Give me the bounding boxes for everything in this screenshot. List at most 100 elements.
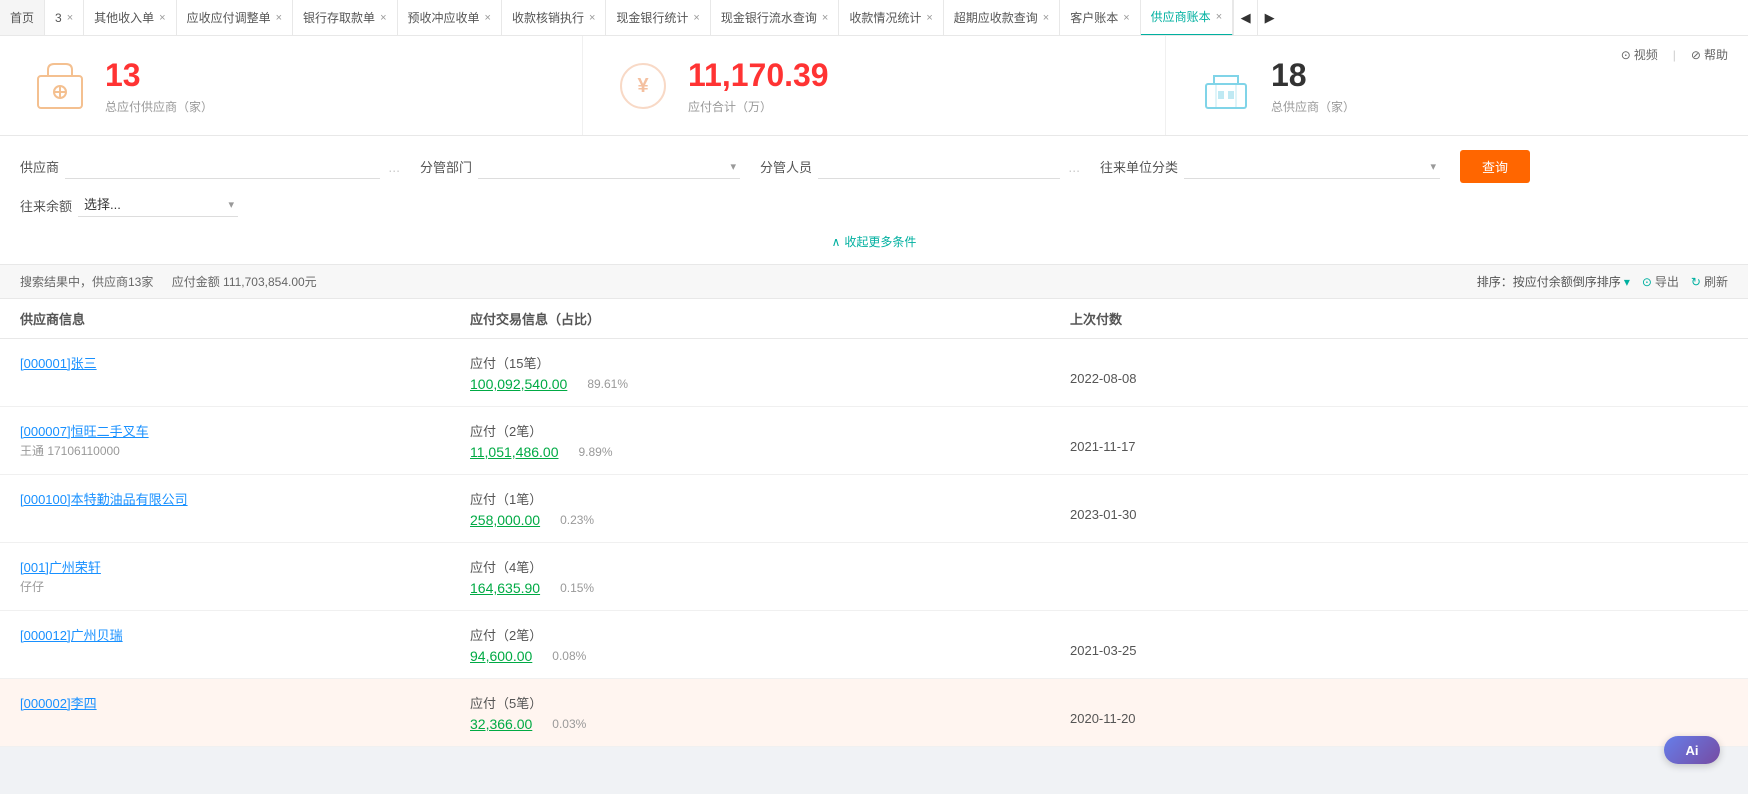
person-filter-label: 分管人员: [760, 157, 812, 176]
trans-label-4: 应付（2笔）: [470, 625, 1070, 644]
transaction-col-1: 应付（2笔） 11,051,486.00 9.89%: [470, 421, 1070, 460]
help-link[interactable]: ⊘ 帮助: [1691, 46, 1728, 63]
nav-tab-other-income[interactable]: 其他收入单 ×: [84, 0, 176, 36]
trans-label-3: 应付（4笔）: [470, 557, 1070, 576]
table-row: [000012]广州贝瑞 应付（2笔） 94,600.00 0.08% 2021…: [0, 611, 1748, 679]
nav-tab-receipt[interactable]: 收款核销执行 ×: [502, 0, 606, 36]
nav-tab-prepaid[interactable]: 预收冲应收单 ×: [398, 0, 502, 36]
supplier-info-col: [000007]恒旺二手叉车 王通 17106110000: [20, 421, 470, 459]
query-button[interactable]: 查询: [1460, 150, 1530, 183]
nav-tab-overdue[interactable]: 超期应收款查询 ×: [944, 0, 1060, 36]
trans-amount-4[interactable]: 94,600.00: [470, 648, 532, 664]
supplier-link-4[interactable]: [000012]广州贝瑞: [20, 625, 470, 644]
person-filter-input[interactable]: [818, 155, 1060, 179]
trans-label-1: 应付（2笔）: [470, 421, 1070, 440]
collapse-button[interactable]: ∧ 收起更多条件: [832, 233, 917, 250]
supplier-link-1[interactable]: [000007]恒旺二手叉车: [20, 421, 470, 440]
transaction-col-0: 应付（15笔） 100,092,540.00 89.61%: [470, 353, 1070, 392]
supplier-link-2[interactable]: [000100]本特勤油品有限公司: [20, 489, 470, 508]
export-icon: ⊙: [1642, 275, 1652, 289]
header-last-pay: 上次付数: [1070, 309, 1728, 328]
trans-amount-2[interactable]: 258,000.00: [470, 512, 540, 528]
person-more-icon[interactable]: ...: [1068, 159, 1080, 175]
supplier-info-col: [000002]李四: [20, 693, 470, 712]
nav-tab-supplier-book[interactable]: 供应商账本 ×: [1141, 0, 1233, 36]
supplier-info-col: [000100]本特勤油品有限公司: [20, 489, 470, 508]
collapse-icon: ∧: [832, 235, 841, 249]
close-tab-customer[interactable]: ×: [1123, 12, 1129, 24]
close-tab-cash-flow[interactable]: ×: [822, 12, 828, 24]
table-row: [000007]恒旺二手叉车 王通 17106110000 应付（2笔） 11,…: [0, 407, 1748, 475]
close-tab-ar-ap[interactable]: ×: [276, 12, 282, 24]
trans-amount-1[interactable]: 11,051,486.00: [470, 444, 559, 460]
trans-pct-1: 9.89%: [579, 445, 613, 459]
trans-pct-3: 0.15%: [560, 581, 594, 595]
table-row: [000002]李四 应付（5笔） 32,366.00 0.03% 2020-1…: [0, 679, 1748, 747]
dept-select[interactable]: [478, 155, 740, 178]
category-select[interactable]: [1184, 155, 1440, 178]
close-tab-supplier-book[interactable]: ×: [1216, 11, 1222, 23]
trans-amount-0[interactable]: 100,092,540.00: [470, 376, 567, 392]
summary-card-suppliers: 13 总应付供应商（家）: [0, 36, 583, 135]
table-row: [001]广州荣轩 仔仔 应付（4笔） 164,635.90 0.15%: [0, 543, 1748, 611]
supplier-table: 供应商信息 应付交易信息（占比） 上次付数 [000001]张三 应付（15笔）…: [0, 299, 1748, 747]
nav-tab-bank[interactable]: 银行存取款单 ×: [293, 0, 397, 36]
result-amount: 应付金额 111,703,854.00元: [172, 275, 317, 289]
close-tab-overdue[interactable]: ×: [1043, 12, 1049, 24]
svg-text:¥: ¥: [637, 75, 649, 97]
result-bar: 搜索结果中，供应商13家 应付金额 111,703,854.00元 排序：按应付…: [0, 265, 1748, 299]
ai-badge[interactable]: Ai: [1664, 736, 1720, 764]
transaction-col-3: 应付（4笔） 164,635.90 0.15%: [470, 557, 1070, 596]
supplier-sub-3: 仔仔: [20, 578, 470, 595]
close-tab-prepaid[interactable]: ×: [485, 12, 491, 24]
summary-card3-content: 18 总供应商（家）: [1271, 56, 1355, 115]
trans-amount-3[interactable]: 164,635.90: [470, 580, 540, 596]
close-tab-receipt-stat[interactable]: ×: [926, 12, 932, 24]
nav-tab-3[interactable]: 3 ×: [45, 0, 84, 36]
nav-tab-receipt-stat[interactable]: 收款情况统计 ×: [839, 0, 943, 36]
supplier-sub-1: 王通 17106110000: [20, 442, 470, 459]
refresh-icon: ↻: [1691, 275, 1701, 289]
result-info: 搜索结果中，供应商13家 应付金额 111,703,854.00元: [20, 273, 332, 290]
nav-tab-customer[interactable]: 客户账本 ×: [1060, 0, 1140, 36]
nav-tab-home[interactable]: 首页: [0, 0, 45, 36]
nav-tab-ar-ap[interactable]: 应收应付调整单 ×: [177, 0, 293, 36]
supplier-link-0[interactable]: [000001]张三: [20, 353, 470, 372]
close-tab-3[interactable]: ×: [67, 12, 73, 24]
supplier-card-icon: [30, 56, 90, 116]
filter-area: 供应商 ... 分管部门 ▾ 分管人员 ... 往来单位分类: [0, 136, 1748, 265]
payable-amount-label: 应付合计（万）: [688, 98, 829, 115]
export-button[interactable]: ⊙ 导出: [1642, 273, 1679, 290]
filter-person: 分管人员 ...: [760, 155, 1080, 179]
video-icon: ⊙: [1621, 48, 1631, 62]
total-supplier-card-icon: [1196, 56, 1256, 116]
supplier-link-3[interactable]: [001]广州荣轩: [20, 557, 470, 576]
trans-label-0: 应付（15笔）: [470, 353, 1070, 372]
balance-select[interactable]: 选择...: [78, 193, 238, 216]
close-tab-receipt[interactable]: ×: [589, 12, 595, 24]
nav-next-arrow[interactable]: ▶: [1257, 0, 1281, 36]
close-tab-other-income[interactable]: ×: [159, 12, 165, 24]
filter-category: 往来单位分类 ▾: [1100, 155, 1440, 179]
supplier-link-5[interactable]: [000002]李四: [20, 693, 470, 712]
supplier-count: 13: [105, 56, 213, 94]
sort-label: 排序：按应付余额倒序排序 ▾: [1477, 273, 1630, 290]
video-link[interactable]: ⊙ 视频: [1621, 46, 1658, 63]
nav-tab-cash-stat[interactable]: 现金银行统计 ×: [606, 0, 710, 36]
summary-card1-content: 13 总应付供应商（家）: [105, 56, 213, 115]
refresh-button[interactable]: ↻ 刷新: [1691, 273, 1728, 290]
supplier-more-icon[interactable]: ...: [388, 159, 400, 175]
filter-balance: 往来余额 选择... ▾: [20, 193, 400, 217]
header-transaction: 应付交易信息（占比）: [470, 309, 1070, 328]
close-tab-bank[interactable]: ×: [380, 12, 386, 24]
nav-prev-arrow[interactable]: ◀: [1233, 0, 1257, 36]
nav-tab-cash-flow[interactable]: 现金银行流水查询 ×: [711, 0, 839, 36]
supplier-filter-input[interactable]: [65, 155, 380, 179]
transaction-col-2: 应付（1笔） 258,000.00 0.23%: [470, 489, 1070, 528]
close-tab-cash-stat[interactable]: ×: [693, 12, 699, 24]
trans-amount-5[interactable]: 32,366.00: [470, 716, 532, 732]
total-supplier-count: 18: [1271, 56, 1355, 94]
category-select-wrapper: ▾: [1184, 155, 1440, 179]
trans-pct-5: 0.03%: [552, 717, 586, 731]
table-row: [000100]本特勤油品有限公司 应付（1笔） 258,000.00 0.23…: [0, 475, 1748, 543]
